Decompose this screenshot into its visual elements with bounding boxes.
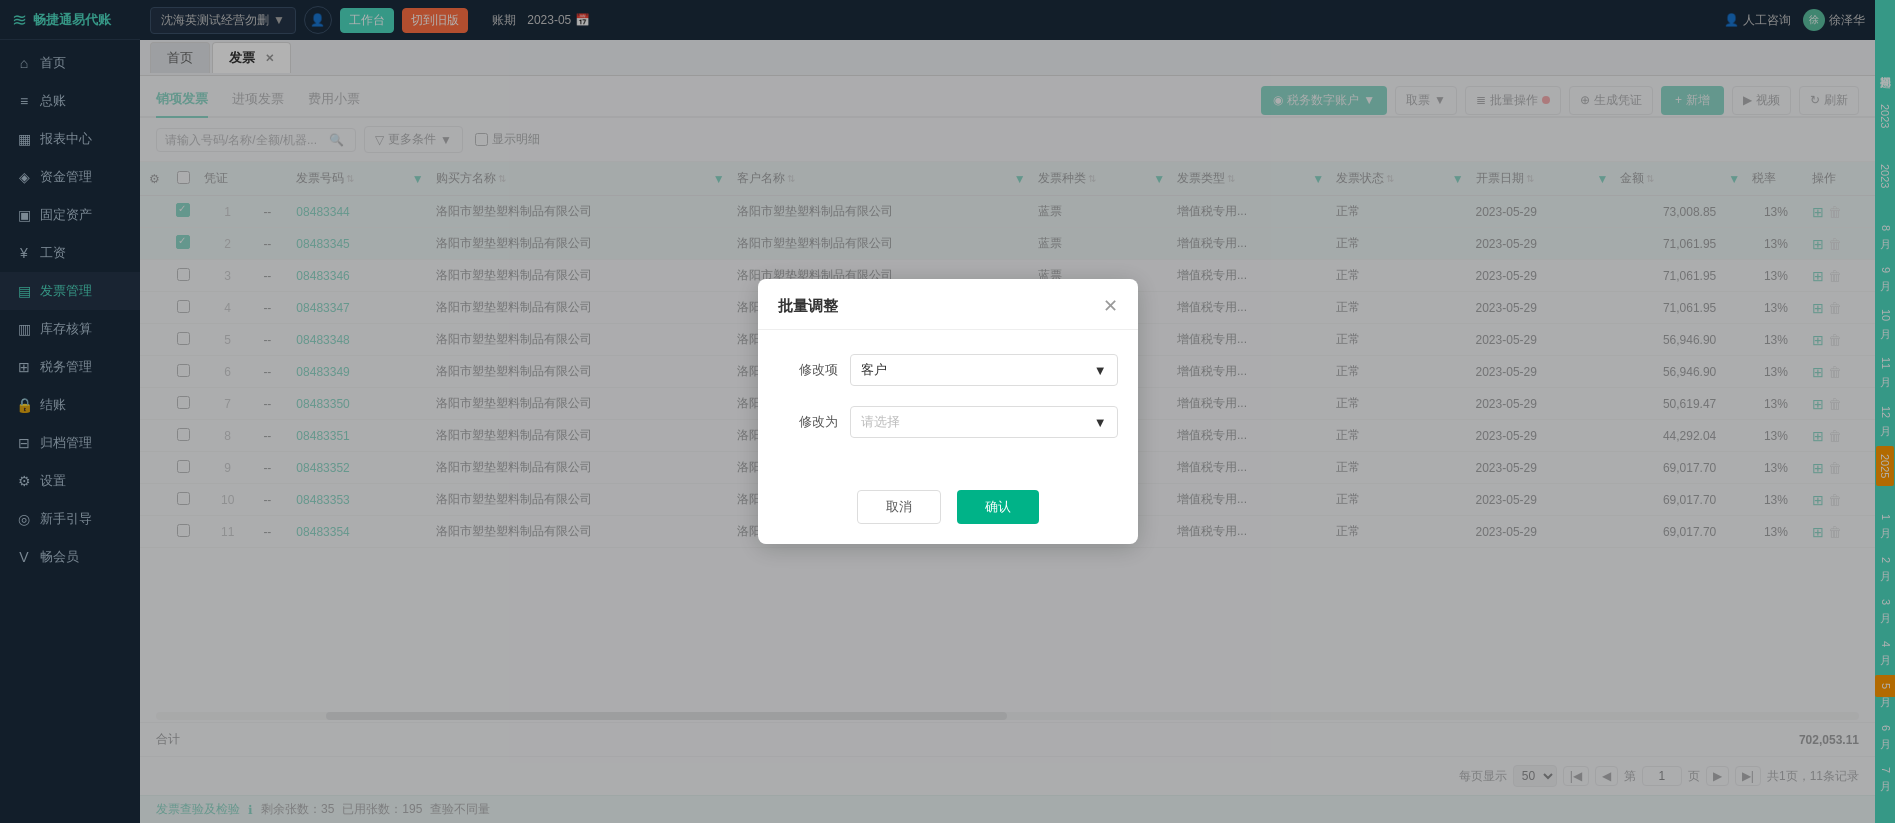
modal-value-row: 修改为 请选择 ▼ <box>778 406 1118 438</box>
modal-cancel-button[interactable]: 取消 <box>857 490 941 524</box>
modal-body: 修改项 客户 ▼ 修改为 请选择 ▼ <box>758 330 1138 482</box>
modal-value-label: 修改为 <box>778 413 838 431</box>
batch-adjust-modal: 批量调整 ✕ 修改项 客户 ▼ 修改为 请选择 ▼ 取消 确认 <box>758 279 1138 544</box>
modal-footer: 取消 确认 <box>758 482 1138 544</box>
modal-close-button[interactable]: ✕ <box>1103 295 1118 317</box>
modal-title: 批量调整 <box>778 297 838 316</box>
field-dropdown-icon: ▼ <box>1094 363 1107 378</box>
modal-value-select[interactable]: 请选择 ▼ <box>850 406 1118 438</box>
modal-field-select[interactable]: 客户 ▼ <box>850 354 1118 386</box>
modal-header: 批量调整 ✕ <box>758 279 1138 330</box>
modal-field-label: 修改项 <box>778 361 838 379</box>
modal-confirm-button[interactable]: 确认 <box>957 490 1039 524</box>
modal-value-placeholder: 请选择 <box>861 413 900 431</box>
modal-field-row: 修改项 客户 ▼ <box>778 354 1118 386</box>
modal-overlay[interactable]: 批量调整 ✕ 修改项 客户 ▼ 修改为 请选择 ▼ 取消 确认 <box>0 0 1895 823</box>
value-dropdown-icon: ▼ <box>1094 415 1107 430</box>
